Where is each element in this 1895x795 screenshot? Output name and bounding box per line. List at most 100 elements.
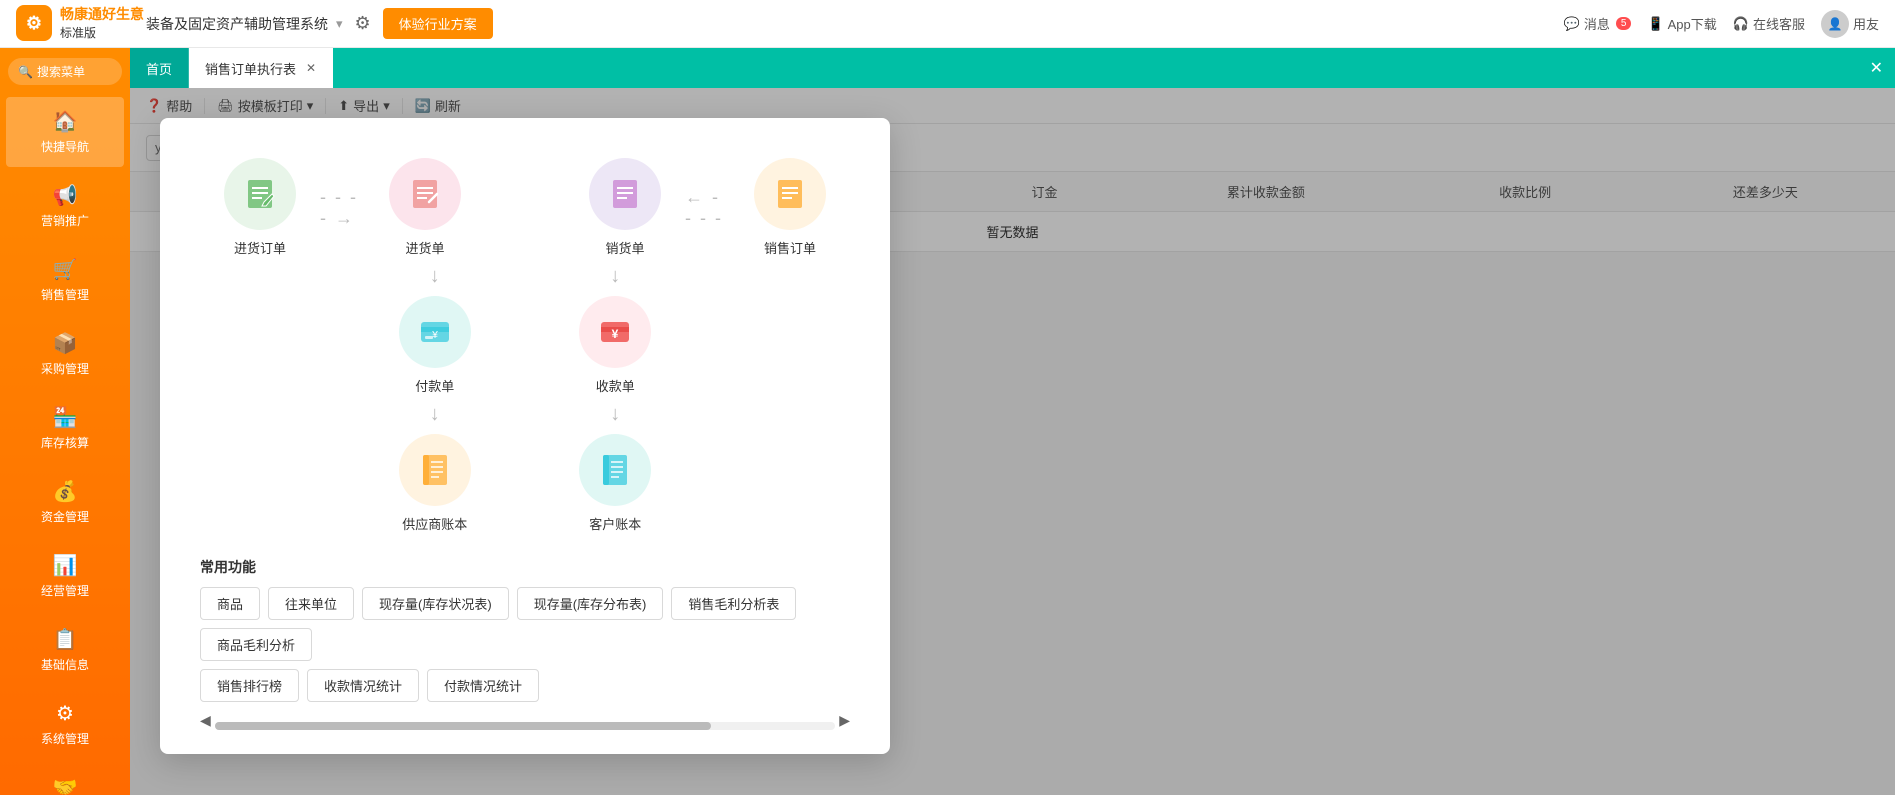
sidebar-label-purchase: 采购管理 (41, 360, 89, 377)
func-btn-stock-dist[interactable]: 现存量(库存分布表) (517, 587, 664, 620)
node-receipt-bill[interactable]: ¥ 收款单 (561, 288, 669, 403)
func-btn-receipt-stat[interactable]: 收款情况统计 (307, 669, 419, 702)
sales-order-label: 销售订单 (764, 238, 816, 257)
settings-icon[interactable]: ⚙ (355, 13, 371, 34)
sidebar-item-system[interactable]: ⚙ 系统管理 (6, 689, 124, 759)
flow-row-1: 进货订单 - - - - → (200, 150, 850, 265)
sidebar-label-inventory: 库存核算 (41, 434, 89, 451)
node-customer-ledger[interactable]: 客户账本 (561, 426, 669, 541)
sidebar-label-marketing: 营销推广 (41, 212, 89, 229)
enterprise-icon: 🤝 (53, 775, 78, 795)
customer-ledger-icon (597, 452, 633, 488)
tab-close-icon[interactable]: ✕ (306, 61, 316, 75)
service-icon: 🎧 (1733, 16, 1749, 32)
sidebar-item-quick-nav[interactable]: 🏠 快捷导航 (6, 97, 124, 167)
app-download-action[interactable]: 📱 App下载 (1647, 14, 1716, 33)
message-badge: 5 (1616, 17, 1632, 30)
node-payment-bill[interactable]: ¥ 付款单 (381, 288, 489, 403)
customer-ledger-circle (579, 434, 651, 506)
flow-row-3: 供应商账本 (200, 426, 850, 541)
arrow-down-sales: ↓ (561, 265, 669, 288)
tab-home[interactable]: 首页 (130, 48, 189, 88)
message-action[interactable]: 💬 消息 5 (1564, 14, 1632, 33)
search-label: 搜索菜单 (37, 63, 85, 80)
purchase-order-icon (242, 176, 278, 212)
func-btn-payment-stat[interactable]: 付款情况统计 (427, 669, 539, 702)
experience-btn[interactable]: 体验行业方案 (383, 8, 493, 39)
purchase-order-circle (224, 158, 296, 230)
sidebar-item-basic-info[interactable]: 📋 基础信息 (6, 615, 124, 685)
func-btn-partner[interactable]: 往来单位 (268, 587, 354, 620)
flow-diagram: 进货订单 - - - - → (200, 150, 850, 541)
arrow-down-receipt: ↓ (561, 403, 669, 426)
sales-bill-label: 销货单 (605, 238, 644, 257)
user-action[interactable]: 👤 用友 (1821, 10, 1879, 38)
flow-row-arrows: ↓ ↓ (200, 265, 850, 288)
node-supplier-ledger[interactable]: 供应商账本 (381, 426, 489, 541)
modal-overlay: 进货订单 - - - - → (130, 88, 1895, 795)
purchase-bill-label: 进货单 (405, 238, 444, 257)
sidebar-label-sales: 销售管理 (41, 286, 89, 303)
sidebar-item-finance[interactable]: 💰 资金管理 (6, 467, 124, 537)
sales-order-circle (754, 158, 826, 230)
online-service-action[interactable]: 🎧 在线客服 (1733, 14, 1805, 33)
arrow-purchase-order-to-bill: - - - - → (320, 187, 365, 229)
supplier-ledger-circle (399, 434, 471, 506)
payment-bill-circle: ¥ (399, 296, 471, 368)
node-purchase-bill[interactable]: 进货单 (365, 150, 485, 265)
sidebar-label-quick-nav: 快捷导航 (41, 138, 89, 155)
supplier-ledger-label: 供应商账本 (402, 514, 467, 533)
node-purchase-order[interactable]: 进货订单 (200, 150, 320, 265)
node-sales-order[interactable]: 销售订单 (730, 150, 850, 265)
system-name: 装备及固定资产辅助管理系统 (146, 14, 328, 34)
func-buttons-row1: 商品 往来单位 现存量(库存状况表) 现存量(库存分布表) 销售毛利分析表 商品… (200, 587, 850, 661)
sidebar-item-operations[interactable]: 📊 经营管理 (6, 541, 124, 611)
func-btn-sales-ranking[interactable]: 销售排行榜 (200, 669, 299, 702)
sidebar-item-inventory[interactable]: 🏪 库存核算 (6, 393, 124, 463)
system-icon: ⚙ (56, 701, 74, 726)
sidebar-item-purchase[interactable]: 📦 采购管理 (6, 319, 124, 389)
func-btn-goods-profit[interactable]: 商品毛利分析 (200, 628, 312, 661)
func-btn-sales-profit[interactable]: 销售毛利分析表 (671, 587, 796, 620)
app-download-label: App下载 (1668, 14, 1717, 33)
tab-bar: 首页 销售订单执行表 ✕ ✕ (130, 48, 1895, 88)
svg-text:¥: ¥ (431, 330, 438, 341)
sidebar-item-enterprise[interactable]: 🤝 企业协同 (6, 763, 124, 795)
tab-sales-order-exec[interactable]: 销售订单执行表 ✕ (189, 48, 333, 88)
message-label: 消息 (1584, 14, 1610, 33)
message-icon: 💬 (1564, 16, 1580, 32)
supplier-ledger-icon (417, 452, 453, 488)
sidebar-search[interactable]: 🔍 搜索菜单 (0, 48, 130, 95)
topbar: ⚙ 畅康通好生意 标准版 装备及固定资产辅助管理系统 ▾ ⚙ 体验行业方案 💬 … (0, 0, 1895, 48)
finance-icon: 💰 (53, 479, 78, 504)
purchase-order-label: 进货订单 (234, 238, 286, 257)
arrow-sales-order-to-bill: ← - - - - (685, 187, 730, 229)
flow-row-arrows-2: ↓ ↓ (200, 403, 850, 426)
modal-scrollbar[interactable] (215, 722, 835, 730)
svg-text:¥: ¥ (612, 327, 619, 341)
payment-bill-icon: ¥ (417, 314, 453, 350)
sidebar-item-marketing[interactable]: 📢 营销推广 (6, 171, 124, 241)
avatar: 👤 (1821, 10, 1849, 38)
user-name: 用友 (1853, 14, 1879, 33)
node-sales-bill[interactable]: 销货单 (565, 150, 685, 265)
topbar-right: 💬 消息 5 📱 App下载 🎧 在线客服 👤 用友 (1564, 10, 1879, 38)
download-icon: 📱 (1647, 16, 1663, 32)
system-dropdown-icon[interactable]: ▾ (336, 16, 343, 32)
sales-bill-circle (589, 158, 661, 230)
tab-close-all-icon[interactable]: ✕ (1870, 60, 1883, 77)
scroll-left-icon[interactable]: ◀ (200, 712, 211, 729)
sidebar-item-sales[interactable]: 🛒 销售管理 (6, 245, 124, 315)
logo-area: ⚙ 畅康通好生意 标准版 (16, 5, 146, 41)
modal-scrollbar-row: ◀ ▶ (200, 710, 850, 730)
basic-info-icon: 📋 (53, 627, 78, 652)
scroll-right-icon[interactable]: ▶ (839, 712, 850, 729)
func-btn-goods[interactable]: 商品 (200, 587, 260, 620)
func-btn-stock-status[interactable]: 现存量(库存状况表) (362, 587, 509, 620)
logo-icon: ⚙ (16, 5, 52, 41)
search-menu-btn[interactable]: 🔍 搜索菜单 (8, 58, 122, 85)
sidebar-label-system: 系统管理 (41, 730, 89, 747)
purchase-icon: 📦 (53, 331, 78, 356)
online-service-label: 在线客服 (1753, 14, 1805, 33)
common-functions: 常用功能 商品 往来单位 现存量(库存状况表) 现存量(库存分布表) 销售毛利分… (200, 557, 850, 702)
